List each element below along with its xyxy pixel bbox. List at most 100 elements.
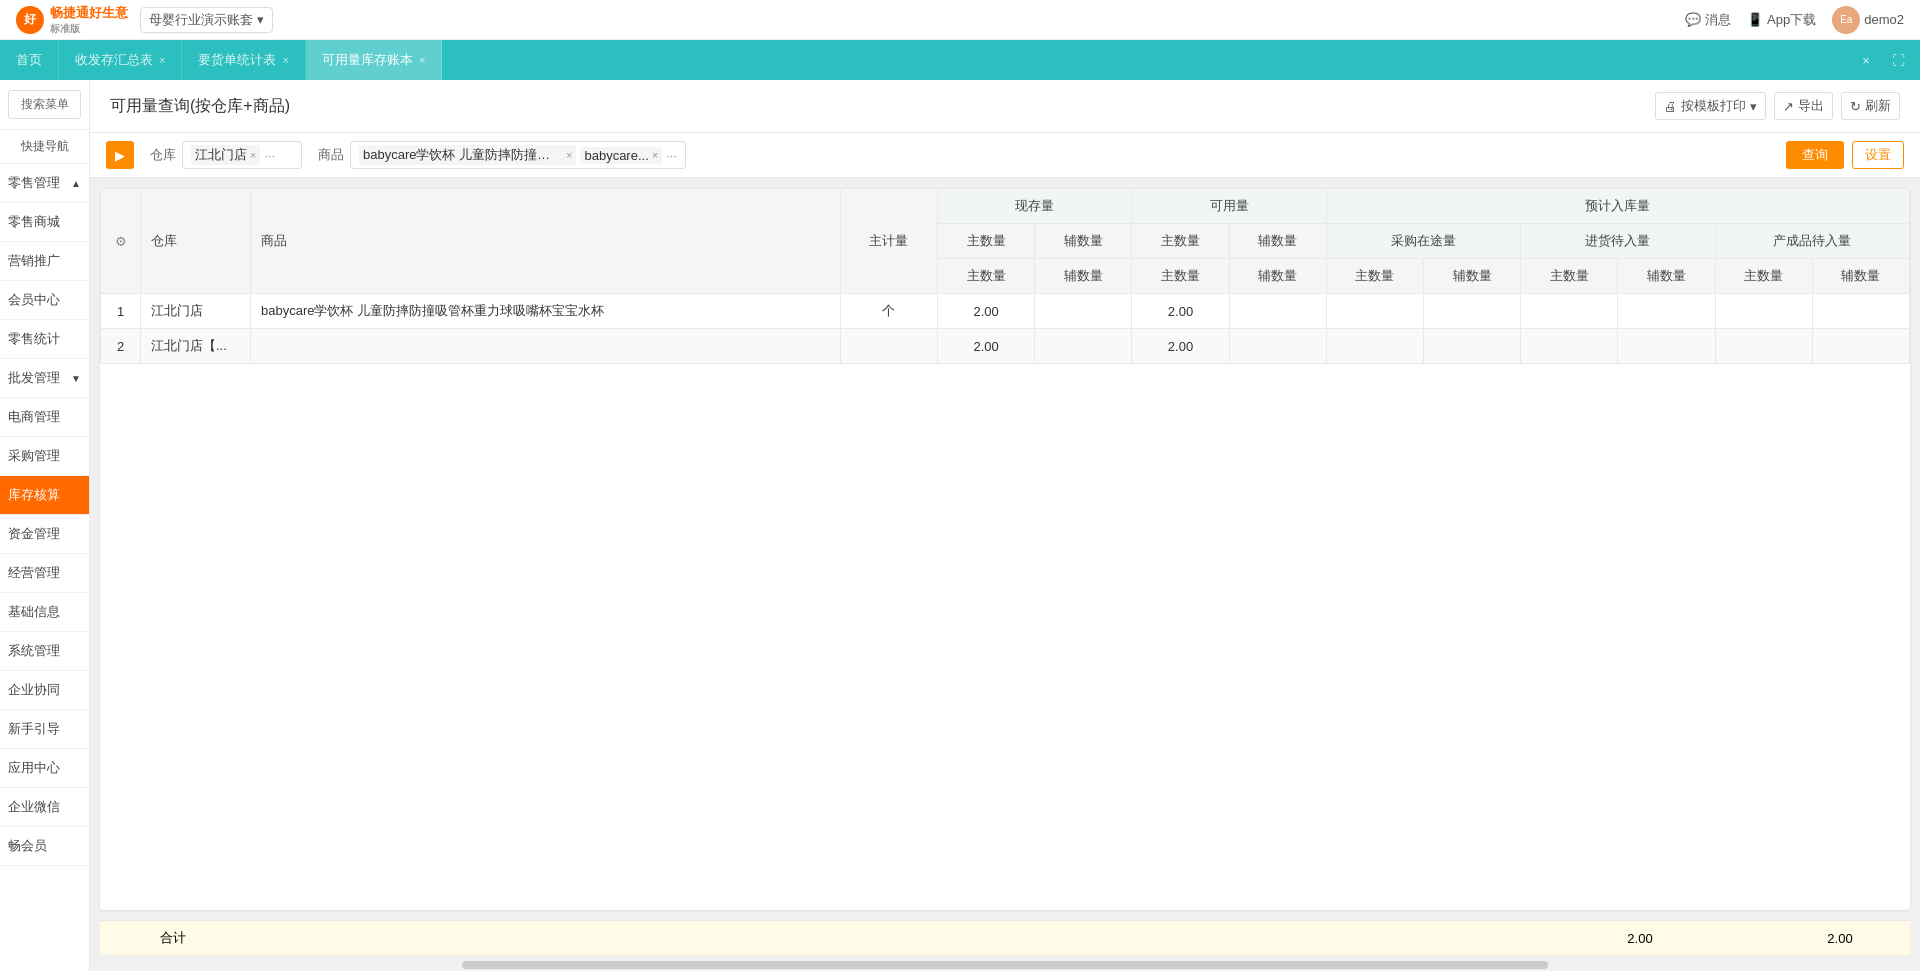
sidebar-item-appcenter[interactable]: 应用中心 [0, 749, 89, 788]
sidebar-search-area: 搜索菜单 [0, 80, 89, 130]
industry-selector[interactable]: 母婴行业演示账套 ▾ [140, 7, 273, 33]
product-more-icon[interactable]: ··· [666, 148, 677, 163]
tab-order[interactable]: 要货单统计表 × [182, 40, 305, 80]
tab-available[interactable]: 可用量库存账本 × [306, 40, 442, 80]
remove-tag-icon[interactable]: × [250, 149, 256, 161]
logo-icon: 好 [16, 6, 44, 34]
settings-button[interactable]: 设置 [1852, 141, 1904, 169]
message-icon: 💬 [1685, 12, 1701, 27]
cell-prod-main-1 [1715, 294, 1812, 329]
main-layout: 搜索菜单 快捷导航 零售管理 ▲ 零售商城 营销推广 会员中心 零售统计 批发管… [0, 80, 1920, 971]
quick-nav-button[interactable]: 快捷导航 [0, 130, 89, 164]
more-options-icon[interactable]: ··· [264, 148, 275, 163]
table-row: 1 江北门店 babycare学饮杯 儿童防摔防撞吸管杯重力球吸嘴杯宝宝水杯 个… [101, 294, 1910, 329]
sidebar-item-finance[interactable]: 资金管理 [0, 515, 89, 554]
sidebar-item-retail-mall[interactable]: 零售商城 [0, 203, 89, 242]
refresh-button[interactable]: ↻ 刷新 [1841, 92, 1900, 120]
close-icon[interactable]: × [419, 54, 425, 66]
cell-avail-sub-1 [1229, 294, 1326, 329]
horizontal-scrollbar[interactable] [100, 959, 1910, 971]
app-download-button[interactable]: 📱 App下载 [1747, 11, 1816, 29]
footer-current-main-total: 2.00 [1590, 931, 1690, 946]
th-current-main: 主数量 [938, 224, 1035, 259]
product-tag-2: babycare... × [580, 147, 662, 164]
cell-warehouse-2: 江北门店【... [141, 329, 251, 364]
cell-warehouse-1: 江北门店 [141, 294, 251, 329]
th-aq-main-qty: 主数量 [1132, 259, 1229, 294]
cell-unit-1: 个 [840, 294, 937, 329]
page-header: 可用量查询(按仓库+商品) 🖨 按模板打印 ▾ ↗ 导出 ↻ 刷新 [90, 80, 1920, 133]
th-expected-inbound-group: 预计入库量 [1326, 189, 1909, 224]
nav-tab-actions: × ⛶ [1844, 40, 1920, 80]
search-menu-button[interactable]: 搜索菜单 [8, 90, 81, 119]
sidebar-item-member[interactable]: 会员中心 [0, 281, 89, 320]
close-icon[interactable]: × [282, 54, 288, 66]
sidebar-item-wholesale[interactable]: 批发管理 ▼ [0, 359, 89, 398]
page-title: 可用量查询(按仓库+商品) [110, 96, 290, 117]
tab-home[interactable]: 首页 [0, 40, 59, 80]
page-header-actions: 🖨 按模板打印 ▾ ↗ 导出 ↻ 刷新 [1655, 92, 1900, 120]
gear-icon[interactable]: ⚙ [115, 234, 127, 249]
footer-avail-main-total: 2.00 [1790, 931, 1890, 946]
sidebar-item-wechat[interactable]: 企业微信 [0, 788, 89, 827]
chevron-down-icon: ▾ [257, 12, 264, 27]
sidebar-item-marketing[interactable]: 营销推广 [0, 242, 89, 281]
cell-pur-main-2 [1326, 329, 1423, 364]
warehouse-value-box[interactable]: 江北门店 × ··· [182, 141, 302, 169]
th-purchase-transit-group: 采购在途量 [1326, 224, 1520, 259]
th-warehouse: 仓库 [141, 189, 251, 294]
cell-prod-sub-2 [1812, 329, 1909, 364]
close-icon[interactable]: × [159, 54, 165, 66]
sidebar-item-inventory[interactable]: 库存核算 [0, 476, 89, 515]
sidebar-nav: 零售管理 ▲ 零售商城 营销推广 会员中心 零售统计 批发管理 ▼ 电商管理 [0, 164, 89, 866]
user-profile[interactable]: Ea demo2 [1832, 6, 1904, 34]
top-bar-right: 💬 消息 📱 App下载 Ea demo2 [1685, 6, 1904, 34]
remove-product-tag-icon[interactable]: × [566, 149, 572, 161]
cell-index-1: 1 [101, 294, 141, 329]
close-all-button[interactable]: × [1854, 48, 1878, 72]
sidebar-item-ecommerce[interactable]: 电商管理 [0, 398, 89, 437]
refresh-icon: ↻ [1850, 99, 1861, 114]
product-value-box[interactable]: babycare学饮杯 儿童防摔防撞吸管杯重力球吸嘴杯宝宝水杯 × babyca… [350, 141, 686, 169]
query-button[interactable]: 查询 [1786, 141, 1844, 169]
data-table-wrapper: ⚙ 仓库 商品 主计量 现存量 可用量 预计入库量 主数量 辅数量 主数量 辅数… [100, 188, 1910, 910]
template-print-button[interactable]: 🖨 按模板打印 ▾ [1655, 92, 1766, 120]
footer-label: 合计 [160, 929, 270, 947]
message-button[interactable]: 💬 消息 [1685, 11, 1731, 29]
chevron-icon: ▼ [71, 373, 81, 384]
cell-product-1: babycare学饮杯 儿童防摔防撞吸管杯重力球吸嘴杯宝宝水杯 [251, 294, 841, 329]
remove-product-tag2-icon[interactable]: × [652, 149, 658, 161]
logo-text: 畅捷通好生意 标准版 [50, 4, 128, 36]
th-available-qty-group: 可用量 [1132, 189, 1326, 224]
product-tag-1: babycare学饮杯 儿童防摔防撞吸管杯重力球吸嘴杯宝宝水杯 × [359, 145, 576, 165]
th-pt-main-qty: 主数量 [1326, 259, 1423, 294]
cell-avail-main-2: 2.00 [1132, 329, 1229, 364]
cell-inb-main-1 [1521, 294, 1618, 329]
filter-actions: 查询 设置 [1786, 141, 1904, 169]
sidebar-item-retail-stats[interactable]: 零售统计 [0, 320, 89, 359]
th-product-pending-group: 产成品待入量 [1715, 224, 1910, 259]
cell-unit-2 [840, 329, 937, 364]
fullscreen-button[interactable]: ⛶ [1886, 48, 1910, 72]
cell-prod-main-2 [1715, 329, 1812, 364]
sidebar-item-member2[interactable]: 畅会员 [0, 827, 89, 866]
cell-inb-sub-1 [1618, 294, 1715, 329]
sidebar: 搜索菜单 快捷导航 零售管理 ▲ 零售商城 营销推广 会员中心 零售统计 批发管… [0, 80, 90, 971]
sidebar-item-operation[interactable]: 经营管理 [0, 554, 89, 593]
sidebar-item-purchase[interactable]: 采购管理 [0, 437, 89, 476]
export-button[interactable]: ↗ 导出 [1774, 92, 1833, 120]
tab-receive[interactable]: 收发存汇总表 × [59, 40, 182, 80]
avatar: Ea [1832, 6, 1860, 34]
printer-icon: 🖨 [1664, 99, 1677, 114]
nav-tabs: 首页 收发存汇总表 × 要货单统计表 × 可用量库存账本 × × ⛶ [0, 40, 1920, 80]
content-area: 可用量查询(按仓库+商品) 🖨 按模板打印 ▾ ↗ 导出 ↻ 刷新 [90, 80, 1920, 971]
sidebar-item-basic[interactable]: 基础信息 [0, 593, 89, 632]
cell-pur-sub-1 [1423, 294, 1520, 329]
sidebar-item-enterprise[interactable]: 企业协同 [0, 671, 89, 710]
sidebar-item-newbie[interactable]: 新手引导 [0, 710, 89, 749]
sidebar-item-retail-mgmt[interactable]: 零售管理 ▲ [0, 164, 89, 203]
sidebar-item-system[interactable]: 系统管理 [0, 632, 89, 671]
filter-toggle-button[interactable]: ▶ [106, 141, 134, 169]
filter-area: ▶ 仓库 江北门店 × ··· 商品 babycare学饮杯 儿童防摔防撞吸管杯… [90, 133, 1920, 178]
th-avail-sub: 辅数量 [1229, 224, 1326, 259]
